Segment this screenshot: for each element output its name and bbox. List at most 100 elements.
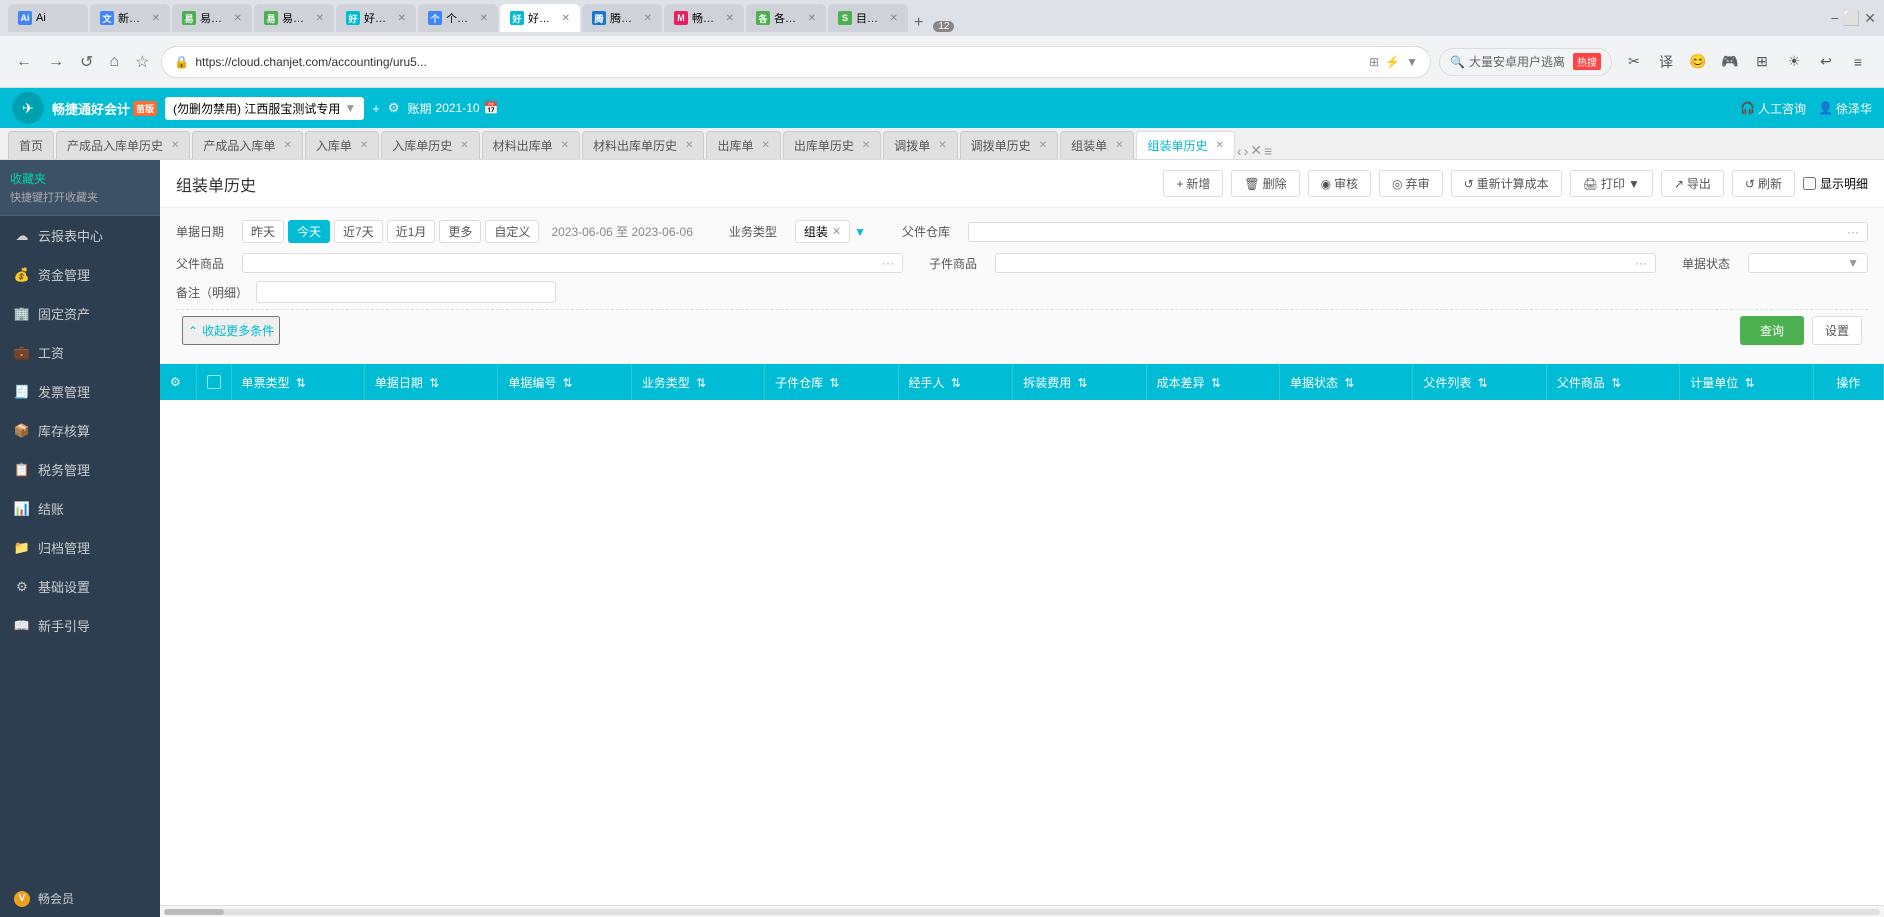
scrollbar-thumb[interactable] bbox=[164, 909, 224, 915]
history-icon[interactable]: ↩ bbox=[1812, 48, 1840, 76]
export-button[interactable]: ↗ 导出 bbox=[1661, 170, 1724, 197]
browser-search-box[interactable]: 🔍 大量安卓用户逃离 热搜 bbox=[1439, 48, 1612, 76]
recalculate-button[interactable]: ↺ 重新计算成本 bbox=[1451, 170, 1562, 197]
close-btn[interactable]: ✕ bbox=[1864, 10, 1876, 27]
emoji-icon[interactable]: 😊 bbox=[1684, 48, 1712, 76]
parent-goods-more-icon[interactable]: ··· bbox=[882, 256, 894, 270]
nav-tab-2[interactable]: 产成品入库单 ✕ bbox=[192, 131, 302, 159]
nav-tab-7-close[interactable]: ✕ bbox=[761, 140, 769, 151]
sidebar-vip[interactable]: V 畅会员 bbox=[0, 880, 160, 917]
browser-tab-8[interactable]: 各 各… ✕ bbox=[746, 4, 826, 32]
col-biz-type[interactable]: 业务类型 ⇅ bbox=[631, 364, 764, 400]
nav-tab-home[interactable]: 首页 bbox=[8, 131, 54, 159]
back-button[interactable]: ← bbox=[12, 49, 36, 75]
address-bar[interactable]: 🔒 https://cloud.chanjet.com/accounting/u… bbox=[161, 46, 1431, 78]
child-goods-more-icon[interactable]: ··· bbox=[1635, 256, 1647, 270]
nav-tab-1-close[interactable]: ✕ bbox=[171, 140, 179, 151]
date-today-btn[interactable]: 今天 bbox=[288, 220, 330, 243]
company-selector[interactable]: (勿删勿禁用) 江西服宝测试专用 ▼ bbox=[165, 97, 364, 120]
parent-warehouse-select[interactable]: ··· bbox=[968, 222, 1868, 242]
query-button[interactable]: 查询 bbox=[1740, 316, 1804, 345]
new-button[interactable]: + 新增 bbox=[1163, 170, 1223, 197]
sort-parent-list[interactable]: ⇅ bbox=[1478, 377, 1488, 389]
parent-goods-select[interactable]: ··· bbox=[242, 253, 903, 273]
nav-right-arrow[interactable]: › bbox=[1244, 143, 1249, 159]
tab-close-6[interactable]: ✕ bbox=[644, 13, 652, 24]
scrollbar-track[interactable] bbox=[164, 909, 1880, 915]
col-bill-type[interactable]: 单票类型 ⇅ bbox=[231, 364, 364, 400]
parent-warehouse-more-icon[interactable]: ··· bbox=[1847, 225, 1859, 239]
browser-tab-5[interactable]: 个 个… ✕ bbox=[418, 4, 498, 32]
col-child-warehouse[interactable]: 子件仓库 ⇅ bbox=[765, 364, 898, 400]
sidebar-item-inventory[interactable]: 📦 库存核算 bbox=[0, 411, 160, 450]
sidebar-item-payroll[interactable]: 💼 工资 bbox=[0, 333, 160, 372]
sort-unit[interactable]: ⇅ bbox=[1745, 377, 1755, 389]
nav-tab-11-close[interactable]: ✕ bbox=[1115, 140, 1123, 151]
col-parent-list[interactable]: 父件列表 ⇅ bbox=[1413, 364, 1546, 400]
nav-more[interactable]: ≡ bbox=[1264, 143, 1272, 159]
nav-tab-12-close[interactable]: ✕ bbox=[1216, 140, 1224, 151]
child-goods-select[interactable]: ··· bbox=[995, 253, 1656, 273]
nav-tab-6-close[interactable]: ✕ bbox=[685, 140, 693, 151]
show-detail-input[interactable] bbox=[1803, 177, 1816, 190]
tab-close-1[interactable]: ✕ bbox=[152, 13, 160, 24]
sidebar-item-closing[interactable]: 📊 结账 bbox=[0, 489, 160, 528]
sort-handler[interactable]: ⇅ bbox=[951, 377, 961, 389]
nav-tab-9[interactable]: 调拨单 ✕ bbox=[883, 131, 957, 159]
col-unit[interactable]: 计量单位 ⇅ bbox=[1680, 364, 1813, 400]
date-yesterday-btn[interactable]: 昨天 bbox=[242, 220, 284, 243]
col-handler[interactable]: 经手人 ⇅ bbox=[898, 364, 1013, 400]
maximize-btn[interactable]: ⬜ bbox=[1843, 10, 1860, 27]
sort-cost-diff[interactable]: ⇅ bbox=[1211, 377, 1221, 389]
sort-biz-type[interactable]: ⇅ bbox=[696, 377, 706, 389]
browser-tab-1[interactable]: 文 新… ✕ bbox=[90, 4, 170, 32]
tab-close-7[interactable]: ✕ bbox=[726, 13, 734, 24]
nav-tab-8[interactable]: 出库单历史 ✕ bbox=[783, 131, 881, 159]
browser-tab-4[interactable]: 好 好… ✕ bbox=[336, 4, 416, 32]
sidebar-item-assets[interactable]: 🏢 固定资产 bbox=[0, 294, 160, 333]
tab-close-active[interactable]: ✕ bbox=[562, 13, 570, 24]
biz-type-dropdown-icon[interactable]: ▼ bbox=[854, 225, 866, 239]
tab-close-8[interactable]: ✕ bbox=[808, 13, 816, 24]
col-bill-no[interactable]: 单据编号 ⇅ bbox=[498, 364, 631, 400]
nav-tab-9-close[interactable]: ✕ bbox=[938, 140, 946, 151]
browser-tab-ai[interactable]: Ai Ai bbox=[8, 4, 88, 32]
refresh-button[interactable]: ↺ 刷新 bbox=[1732, 170, 1795, 197]
tab-close-2[interactable]: ✕ bbox=[234, 13, 242, 24]
collapse-button[interactable]: ⌃ 收起更多条件 bbox=[182, 316, 280, 345]
sidebar-item-invoices[interactable]: 🧾 发票管理 bbox=[0, 372, 160, 411]
scissors-icon[interactable]: ✂ bbox=[1620, 48, 1648, 76]
col-settings[interactable]: ⚙ bbox=[160, 364, 196, 400]
nav-close-all[interactable]: ✕ bbox=[1250, 142, 1262, 159]
browser-tab-9[interactable]: S 目… ✕ bbox=[828, 4, 908, 32]
user-avatar[interactable]: 👤 徐泽华 bbox=[1818, 100, 1872, 117]
sort-bill-status[interactable]: ⇅ bbox=[1344, 377, 1354, 389]
sidebar-item-reports[interactable]: ☁ 云报表中心 bbox=[0, 216, 160, 255]
nav-tab-3-close[interactable]: ✕ bbox=[360, 140, 368, 151]
show-detail-checkbox[interactable]: 显示明细 bbox=[1803, 175, 1868, 192]
browser-tab-active[interactable]: 好 好… ✕ bbox=[500, 4, 580, 32]
new-tab-button[interactable]: + bbox=[910, 14, 927, 32]
grid-icon[interactable]: ⊞ bbox=[1748, 48, 1776, 76]
date-1month-btn[interactable]: 近1月 bbox=[387, 220, 436, 243]
nav-tab-5-close[interactable]: ✕ bbox=[561, 140, 569, 151]
biz-type-tag-close[interactable]: ✕ bbox=[832, 225, 841, 238]
translate-icon[interactable]: 译 bbox=[1652, 48, 1680, 76]
nav-tab-1[interactable]: 产成品入库单历史 ✕ bbox=[56, 131, 190, 159]
sort-parent-goods[interactable]: ⇅ bbox=[1611, 377, 1621, 389]
date-7days-btn[interactable]: 近7天 bbox=[334, 220, 383, 243]
nav-tab-10[interactable]: 调拨单历史 ✕ bbox=[960, 131, 1058, 159]
tab-close-4[interactable]: ✕ bbox=[398, 13, 406, 24]
col-checkbox[interactable] bbox=[196, 364, 231, 400]
theme-icon[interactable]: ☀ bbox=[1780, 48, 1808, 76]
browser-tab-2[interactable]: 易 易… ✕ bbox=[172, 4, 252, 32]
human-service[interactable]: 🎧 人工咨询 bbox=[1740, 100, 1806, 117]
notes-input[interactable] bbox=[256, 281, 556, 303]
tab-close-5[interactable]: ✕ bbox=[480, 13, 488, 24]
settings-button[interactable]: ⚙ bbox=[388, 100, 400, 116]
sidebar-item-finance[interactable]: 💰 资金管理 bbox=[0, 255, 160, 294]
col-disassembly-fee[interactable]: 拆装费用 ⇅ bbox=[1013, 364, 1146, 400]
abandon-button[interactable]: ◎ 弃审 bbox=[1379, 170, 1443, 197]
sidebar-item-guide[interactable]: 📖 新手引导 bbox=[0, 606, 160, 645]
nav-tab-2-close[interactable]: ✕ bbox=[283, 140, 291, 151]
